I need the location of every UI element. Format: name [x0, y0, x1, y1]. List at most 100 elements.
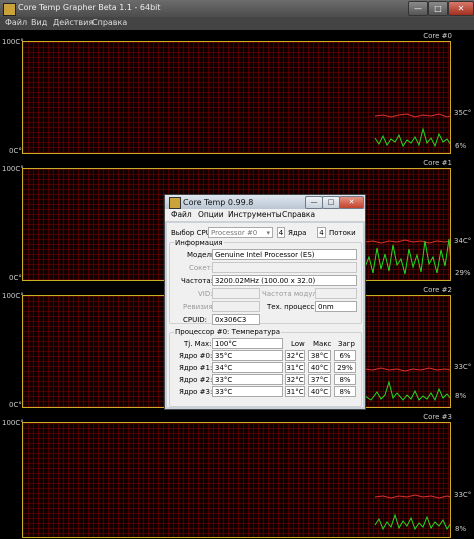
menu-file[interactable]: Файл [5, 18, 27, 27]
core-temp-field: 34°C [212, 362, 283, 373]
title-bar: Core Temp Grapher Beta 1.1 - 64bit — □ ✕ [0, 0, 474, 17]
core-max-field: 37°C [308, 374, 331, 385]
processor-temperature-header: Процессор #0: Температура [174, 328, 282, 336]
dialog-body: Выбор CPU Processor #0 ▾ 4 Ядра 4 Потоки… [167, 223, 363, 407]
close-button[interactable]: ✕ [448, 1, 474, 16]
dialog-close-button[interactable]: ✕ [339, 196, 364, 209]
dialog-maximize-button[interactable]: □ [322, 196, 340, 209]
core-low-field: 31°C [285, 362, 305, 373]
information-header: Информация [174, 239, 224, 247]
core-max-field: 40°C [308, 386, 331, 397]
core-load-field: 8% [334, 386, 356, 397]
column-load: Загр [338, 340, 355, 348]
dialog-title-bar: Core Temp 0.99.8 — □ ✕ [165, 195, 365, 209]
cores-count: 4 [277, 227, 285, 238]
temp-value: 34C° [454, 237, 472, 245]
dialog-menu-tools[interactable]: Инструменты [228, 210, 282, 219]
graph-svg [374, 494, 450, 531]
core-panel-3: Core #3 100C° 33C° 8% [0, 412, 474, 539]
column-low: Low [291, 340, 305, 348]
cpuid-label: CPUID: [183, 316, 208, 324]
thermometer-icon [169, 197, 181, 209]
revision-field [212, 301, 260, 312]
load-value: 6% [455, 142, 467, 150]
cpuid-field: 0x306C3 [212, 314, 260, 325]
maximize-button[interactable]: □ [428, 1, 448, 16]
load-value: 8% [455, 525, 467, 533]
vid-field [212, 288, 260, 299]
threads-count: 4 [317, 227, 326, 238]
dialog-title: Core Temp 0.99.8 [183, 198, 254, 207]
core-max-field: 40°C [308, 362, 331, 373]
chevron-down-icon: ▾ [266, 229, 270, 237]
core-low-field: 31°C [285, 386, 305, 397]
core-load-field: 29% [334, 362, 356, 373]
temp-line [374, 494, 450, 499]
menu-view[interactable]: Вид [31, 18, 47, 27]
core-temp-field: 33°C [212, 386, 283, 397]
module-freq-label: Частота модул.: [262, 290, 322, 298]
y-max-label: 100C° [2, 165, 24, 173]
load-line [374, 513, 450, 531]
cpu-select-value: Processor #0 [211, 229, 258, 237]
tech-process-label: Тех. процесс: [267, 303, 317, 311]
socket-label: Сокет: [189, 264, 214, 272]
cpu-select-dropdown[interactable]: Processor #0 ▾ [208, 227, 273, 238]
dialog-minimize-button[interactable]: — [305, 196, 323, 209]
core-row-label: Ядро #3: [179, 388, 213, 396]
core-label: Core #0 [423, 32, 452, 40]
frequency-field: 3200.02MHz (100.00 x 32.0) [212, 275, 357, 286]
load-value: 8% [455, 392, 467, 400]
y-min-label: 0C° [9, 401, 22, 409]
socket-field [212, 262, 357, 273]
dialog-menu-options[interactable]: Опции [198, 210, 224, 219]
app-icon [3, 3, 16, 16]
core-temp-field: 35°C [212, 350, 283, 361]
tjmax-label: Tj. Max: [184, 340, 212, 348]
core-label: Core #2 [423, 286, 452, 294]
graph-svg [374, 113, 450, 148]
module-freq-field [315, 288, 357, 299]
minimize-button[interactable]: — [408, 1, 428, 16]
y-max-label: 100C° [2, 292, 24, 300]
load-line [364, 380, 450, 402]
core-panel-0: Core #0 100C° 0C° 35C° 6% [0, 31, 474, 158]
core-label: Core #1 [423, 159, 452, 167]
core-load-field: 6% [334, 350, 356, 361]
y-max-label: 100C° [2, 419, 24, 427]
temp-line [374, 113, 450, 118]
temp-value: 35C° [454, 109, 472, 117]
temp-value: 33C° [454, 363, 472, 371]
y-min-label: 0C° [9, 274, 22, 282]
core-row-label: Ядро #2: [179, 376, 213, 384]
core-temp-dialog: Core Temp 0.99.8 — □ ✕ Файл Опции Инстру… [164, 194, 366, 410]
core-row-label: Ядро #1: [179, 364, 213, 372]
core-max-field: 38°C [308, 350, 331, 361]
temp-line [364, 367, 450, 372]
tjmax-field: 100°C [212, 338, 283, 349]
y-min-label: 0C° [9, 147, 22, 155]
threads-label: Потоки [329, 229, 356, 237]
frequency-label: Частота: [181, 277, 214, 285]
core-low-field: 32°C [285, 350, 305, 361]
core-low-field: 32°C [285, 374, 305, 385]
menu-actions[interactable]: Действия [53, 18, 93, 27]
y-max-label: 100C° [2, 38, 24, 46]
window-title: Core Temp Grapher Beta 1.1 - 64bit [18, 3, 161, 12]
menu-bar: Файл Вид Действия Справка [0, 17, 474, 30]
load-line [364, 238, 450, 275]
core-graph [22, 41, 451, 154]
dialog-menu-file[interactable]: Файл [171, 210, 192, 219]
core-graph [22, 422, 451, 538]
revision-label: Ревизия: [183, 303, 216, 311]
dialog-menu-bar: Файл Опции Инструменты Справка [165, 209, 365, 222]
load-line [374, 127, 450, 148]
vid-label: VID: [198, 290, 213, 298]
menu-help[interactable]: Справка [92, 18, 127, 27]
tech-process-field: 0nm [315, 301, 357, 312]
cpu-select-label: Выбор CPU [171, 229, 211, 237]
cores-label: Ядра [288, 229, 307, 237]
core-load-field: 8% [334, 374, 356, 385]
dialog-menu-help[interactable]: Справка [282, 210, 315, 219]
core-temp-field: 33°C [212, 374, 283, 385]
